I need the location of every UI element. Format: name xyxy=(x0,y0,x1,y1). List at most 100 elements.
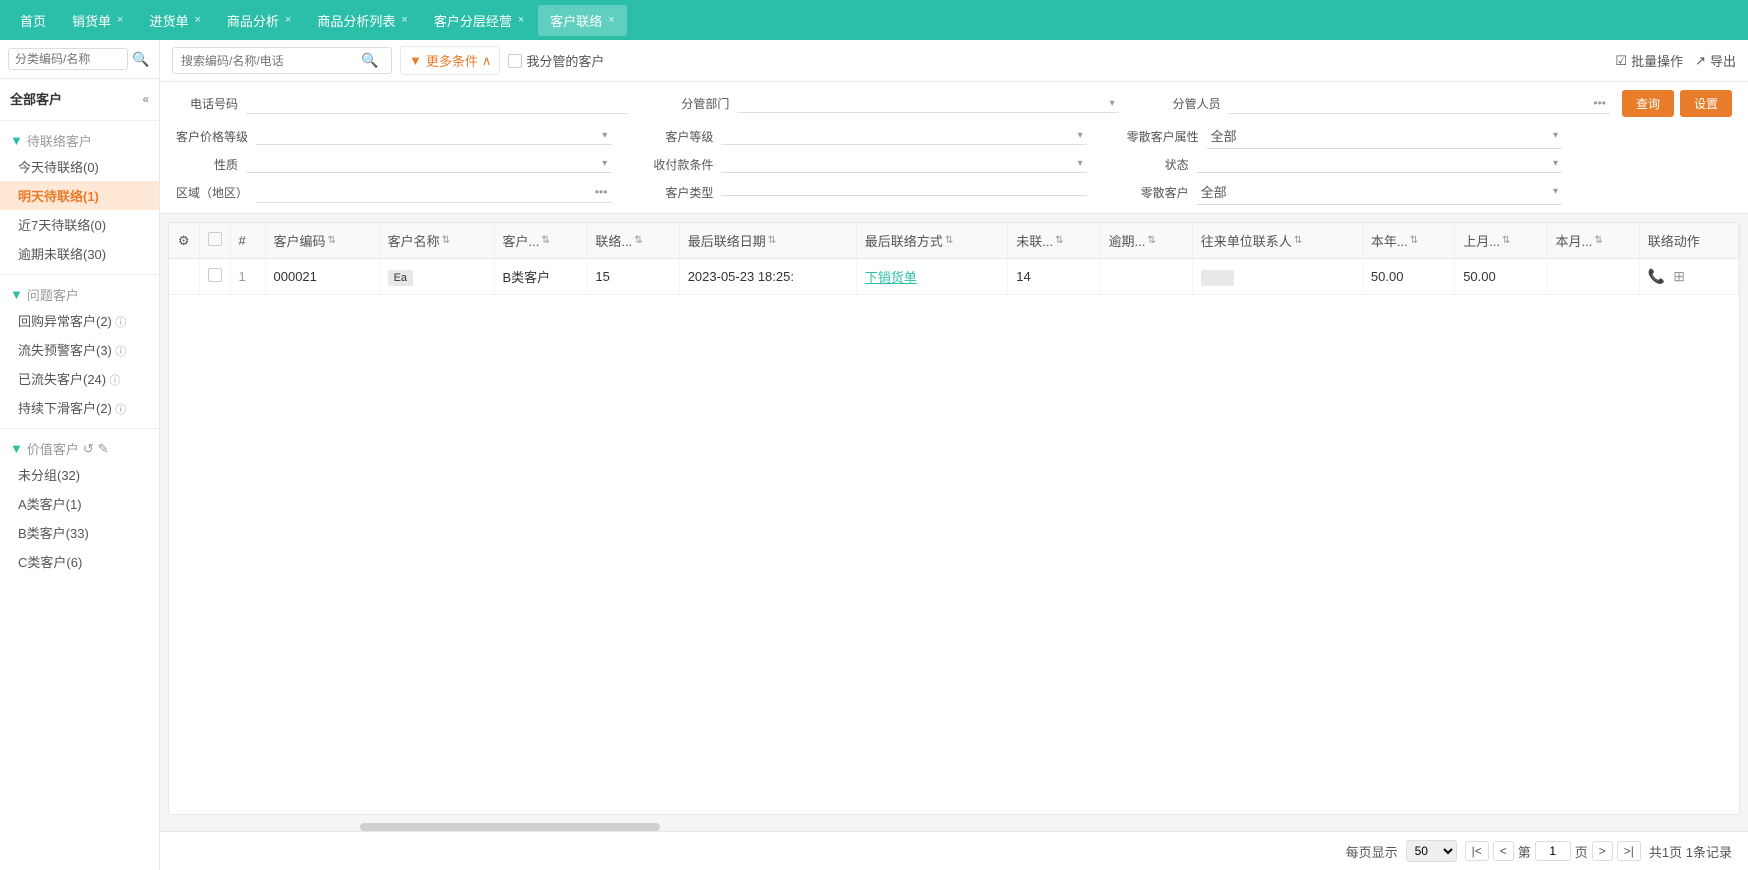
nav-sales-order[interactable]: 销货单 × xyxy=(60,5,135,36)
my-customer-checkbox-area: 我分管的客户 xyxy=(508,51,604,70)
close-customer-segmentation-icon[interactable]: × xyxy=(518,14,524,26)
filter-customer-level-select[interactable]: ▾ xyxy=(721,127,1086,145)
close-sales-order-icon[interactable]: × xyxy=(117,14,123,26)
sidebar-value-section: ▼ 价值客户 ↺ ✎ 未分组(32) A类客户(1) B类客户(33) C类客户… xyxy=(0,431,159,580)
area-dots-icon[interactable]: ••• xyxy=(595,185,608,199)
sidebar-item-churn-warning[interactable]: 流失预警客户(3) ⓘ xyxy=(0,335,159,364)
sidebar-problem-group-label: ▼ 问题客户 xyxy=(0,281,159,306)
filter-status: 状态 ▾ xyxy=(1127,155,1562,173)
filter-customer-type-select[interactable] xyxy=(721,189,1086,196)
table-header-row: ⚙ # 客户编码⇅ 客户名称⇅ 客户...⇅ 联络... xyxy=(169,223,1739,259)
next-page-button[interactable]: > xyxy=(1592,841,1613,861)
reset-button[interactable]: 设置 xyxy=(1680,90,1732,117)
last-page-button[interactable]: >| xyxy=(1617,841,1641,861)
sidebar-item-class-a[interactable]: A类客户(1) xyxy=(0,489,159,518)
sidebar-item-ungrouped[interactable]: 未分组(32) xyxy=(0,460,159,489)
search-icon[interactable]: 🔍 xyxy=(361,52,378,69)
row-no-cell: 1 xyxy=(230,259,265,295)
col-settings[interactable]: ⚙ xyxy=(169,223,199,259)
sort-way-icon: ⇅ xyxy=(945,235,953,246)
top-navigation: 首页 销货单 × 进货单 × 商品分析 × 商品分析列表 × 客户分层经营 × … xyxy=(0,0,1748,40)
col-this-month-header[interactable]: 本月...⇅ xyxy=(1547,223,1639,259)
row-last-contact-way-cell[interactable]: 下销货单 xyxy=(856,259,1007,295)
sidebar-item-churned[interactable]: 已流失客户(24) ⓘ xyxy=(0,364,159,393)
col-contact-header[interactable]: 联络...⇅ xyxy=(587,223,679,259)
col-unit-contact-header[interactable]: 往来单位联系人⇅ xyxy=(1192,223,1362,259)
col-last-contact-way-header[interactable]: 最后联络方式⇅ xyxy=(856,223,1007,259)
customer-table: ⚙ # 客户编码⇅ 客户名称⇅ 客户...⇅ 联络... xyxy=(169,223,1739,295)
search-input[interactable] xyxy=(181,54,361,68)
filter-gender-label: 性质 xyxy=(176,156,246,173)
col-last-month-header[interactable]: 上月...⇅ xyxy=(1455,223,1547,259)
sidebar-all-customers-title[interactable]: 全部客户 « xyxy=(0,83,159,114)
customer-level-chevron-icon: ▾ xyxy=(1078,130,1083,141)
nav-customer-segmentation[interactable]: 客户分层经营 × xyxy=(422,5,536,36)
prev-page-button[interactable]: < xyxy=(1493,841,1514,861)
contact-way-link[interactable]: 下销货单 xyxy=(865,270,917,285)
sidebar-item-abnormal-repurchase[interactable]: 回购异常客户(2) ⓘ xyxy=(0,306,159,335)
col-this-year-header[interactable]: 本年...⇅ xyxy=(1362,223,1454,259)
action-grid-icon[interactable]: ⊞ xyxy=(1673,268,1685,285)
close-customer-contact-icon[interactable]: × xyxy=(608,14,614,26)
my-customer-checkbox[interactable] xyxy=(508,54,522,68)
filter-area-select[interactable]: ••• xyxy=(256,182,611,203)
filter-phone-input[interactable] xyxy=(246,93,627,114)
sidebar-search-input[interactable] xyxy=(8,48,128,70)
page-input[interactable] xyxy=(1535,841,1571,861)
col-type-header[interactable]: 客户...⇅ xyxy=(494,223,587,259)
filter-customer-level: 客户等级 ▾ xyxy=(651,127,1086,145)
col-code-header[interactable]: 客户编码⇅ xyxy=(265,223,379,259)
close-product-analysis-list-icon[interactable]: × xyxy=(401,14,407,26)
nav-purchase-order[interactable]: 进货单 × xyxy=(137,5,212,36)
filter-retail-select[interactable]: 全部 ▾ xyxy=(1197,179,1562,205)
scrollbar-thumb[interactable] xyxy=(360,823,660,831)
per-page-select[interactable]: 50 100 200 xyxy=(1406,840,1457,862)
more-filter-button[interactable]: ▼ 更多条件 ∧ xyxy=(400,46,500,75)
row-checkbox[interactable] xyxy=(208,268,222,282)
col-name-header[interactable]: 客户名称⇅ xyxy=(379,223,494,259)
action-phone-icon[interactable]: 📞 xyxy=(1648,268,1665,285)
filter-row-4: 区域（地区） ••• 客户类型 零散客户 xyxy=(176,179,1732,205)
filter-payment: 收付款条件 ▾ xyxy=(651,155,1086,173)
close-product-analysis-icon[interactable]: × xyxy=(285,14,291,26)
filter-customer-level-label: 客户等级 xyxy=(651,128,721,145)
sort-this-year-icon: ⇅ xyxy=(1410,235,1418,246)
person-dots-icon[interactable]: ••• xyxy=(1593,96,1606,110)
row-this-month-cell xyxy=(1547,259,1639,295)
sidebar-item-today-pending[interactable]: 今天待联络(0) xyxy=(0,152,159,181)
filter-status-select[interactable]: ▾ xyxy=(1197,155,1562,173)
col-not-contacted-header[interactable]: 未联...⇅ xyxy=(1008,223,1100,259)
query-button[interactable]: 查询 xyxy=(1622,90,1674,117)
filter-gender-select[interactable]: ▾ xyxy=(246,155,611,173)
sidebar-item-declining[interactable]: 持续下滑客户(2) ⓘ xyxy=(0,393,159,422)
nav-home[interactable]: 首页 xyxy=(8,5,58,36)
sidebar-item-class-b[interactable]: B类客户(33) xyxy=(0,518,159,547)
per-page-label: 每页显示 xyxy=(1346,842,1398,861)
col-checkbox-header[interactable] xyxy=(199,223,230,259)
first-page-button[interactable]: |< xyxy=(1465,841,1489,861)
sidebar-item-tomorrow-pending[interactable]: 明天待联络(1) xyxy=(0,181,159,210)
batch-operation-button[interactable]: ☑ 批量操作 xyxy=(1615,51,1683,70)
filter-customer-type: 客户类型 xyxy=(651,184,1086,201)
col-last-contact-date-header[interactable]: 最后联络日期⇅ xyxy=(679,223,856,259)
filter-dept-select[interactable]: ▾ xyxy=(737,95,1118,113)
nav-product-analysis[interactable]: 商品分析 × xyxy=(215,5,303,36)
horizontal-scrollbar[interactable] xyxy=(160,823,1748,831)
export-button[interactable]: ↗ 导出 xyxy=(1695,51,1736,70)
filter-payment-select[interactable]: ▾ xyxy=(721,155,1086,173)
filter-retail-attr-select[interactable]: 全部 ▾ xyxy=(1207,123,1562,149)
sidebar-item-7day-pending[interactable]: 近7天待联络(0) xyxy=(0,210,159,239)
col-overdue-header[interactable]: 逾期...⇅ xyxy=(1100,223,1192,259)
close-purchase-order-icon[interactable]: × xyxy=(194,14,200,26)
sidebar-item-overdue-pending[interactable]: 逾期未联络(30) xyxy=(0,239,159,268)
sidebar-search-icon[interactable]: 🔍 xyxy=(132,51,149,68)
table-area: ⚙ # 客户编码⇅ 客户名称⇅ 客户...⇅ 联络... xyxy=(168,222,1740,815)
filter-customer-value-select[interactable]: ▾ xyxy=(256,127,611,145)
row-last-month-cell: 50.00 xyxy=(1455,259,1547,295)
nav-customer-contact[interactable]: 客户联络 × xyxy=(538,5,626,36)
nav-product-analysis-list[interactable]: 商品分析列表 × xyxy=(305,5,419,36)
filter-person-select[interactable]: ••• xyxy=(1229,93,1610,114)
row-checkbox-cell[interactable] xyxy=(199,259,230,295)
sidebar-item-class-c[interactable]: C类客户(6) xyxy=(0,547,159,576)
sort-overdue-icon: ⇅ xyxy=(1147,235,1155,246)
